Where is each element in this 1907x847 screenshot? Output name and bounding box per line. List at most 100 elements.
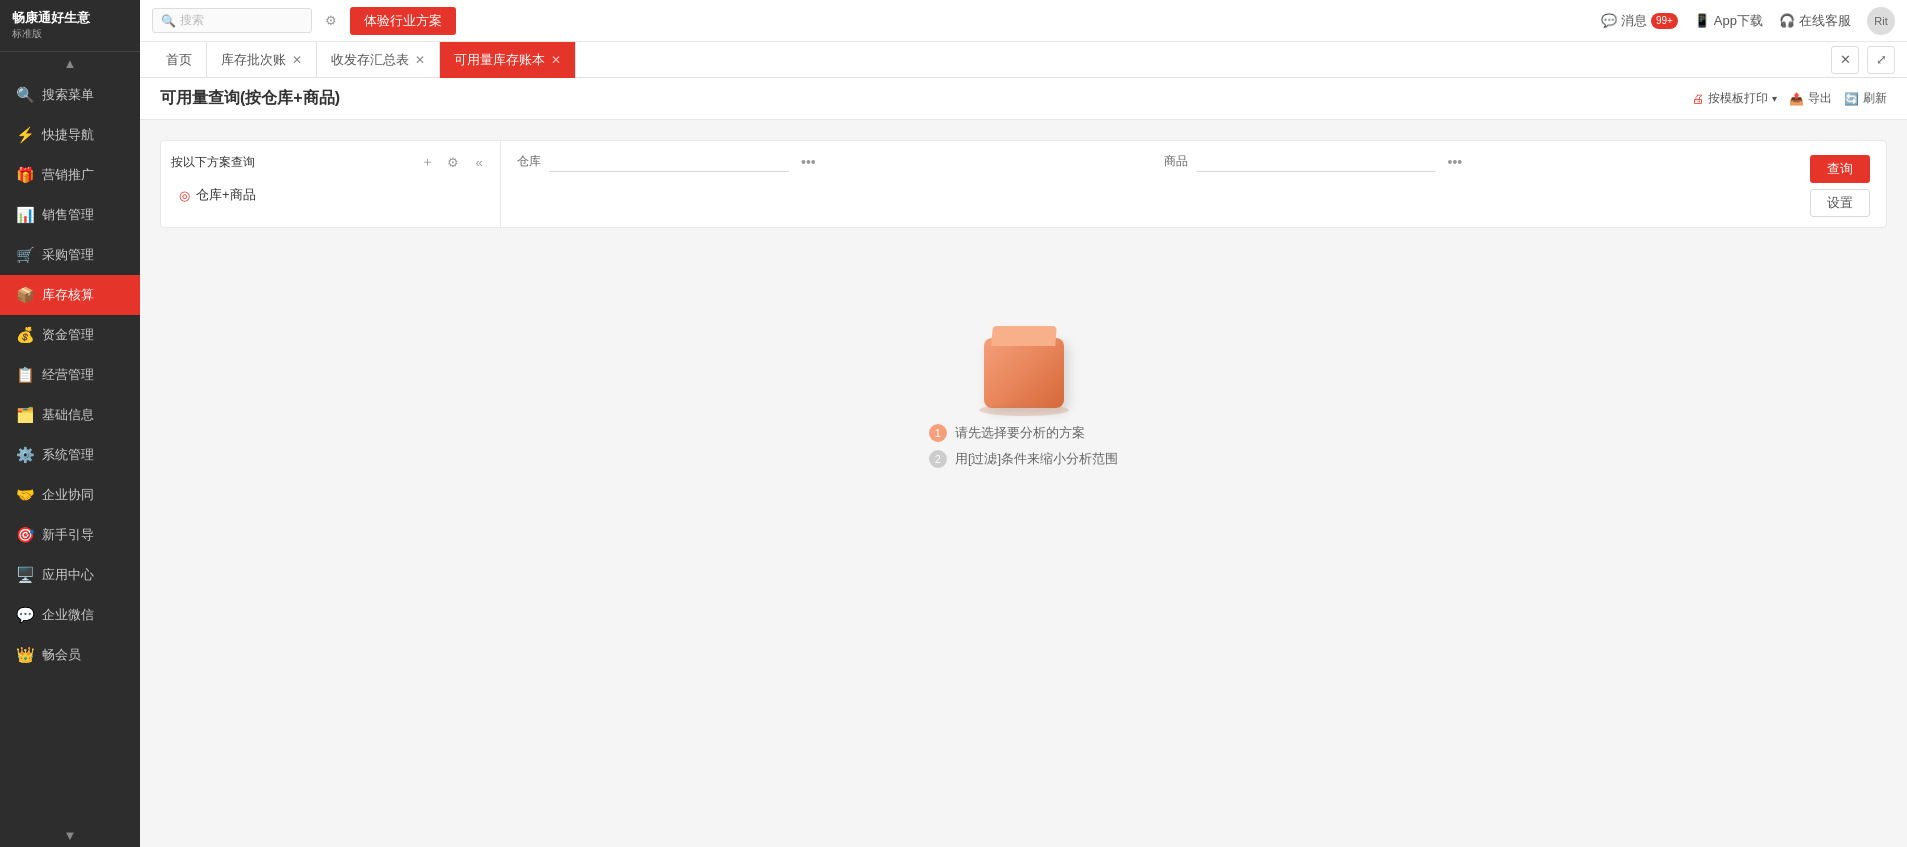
hint-num-2: 2 <box>929 450 947 468</box>
sidebar-item-marketing[interactable]: 🎁 营销推广 <box>0 155 140 195</box>
user-name: Rit <box>1874 15 1887 27</box>
warehouse-dots-btn[interactable]: ••• <box>797 152 820 172</box>
tab-home-label: 首页 <box>166 51 192 69</box>
tab-batch-close[interactable]: ✕ <box>292 53 302 67</box>
filter-actions: 查询 设置 <box>1810 151 1870 217</box>
filter-left-header: 按以下方案查询 ＋ ⚙ « <box>171 151 490 173</box>
manage-scheme-btn[interactable]: ⚙ <box>442 151 464 173</box>
sidebar-item-label: 企业微信 <box>42 606 94 624</box>
scroll-down-btn[interactable]: ▼ <box>0 824 140 847</box>
empty-hint-1: 1 请先选择要分析的方案 <box>929 424 1118 442</box>
print-icon: 🖨 <box>1692 92 1704 106</box>
filter-panel: 按以下方案查询 ＋ ⚙ « ◎ 仓库+商品 <box>160 140 1887 228</box>
sidebar-item-search[interactable]: 🔍 搜索菜单 <box>0 75 140 115</box>
print-label: 按模板打印 <box>1708 90 1768 107</box>
refresh-btn[interactable]: 🔄 刷新 <box>1844 90 1887 107</box>
scheme-item-warehouse-goods[interactable]: ◎ 仓库+商品 <box>171 181 490 209</box>
finance-icon: 💰 <box>16 326 34 344</box>
sidebar-item-system[interactable]: ⚙️ 系统管理 <box>0 435 140 475</box>
tab-summary-label: 收发存汇总表 <box>331 51 409 69</box>
sidebar-item-label: 快捷导航 <box>42 126 94 144</box>
warehouse-input[interactable] <box>549 151 789 172</box>
sidebar-item-wechat[interactable]: 💬 企业微信 <box>0 595 140 635</box>
hint-text-1: 请先选择要分析的方案 <box>955 424 1085 442</box>
guide-icon: 🎯 <box>16 526 34 544</box>
sidebar-item-finance[interactable]: 💰 资金管理 <box>0 315 140 355</box>
tab-available-label: 可用量库存账本 <box>454 51 545 69</box>
tab-close-all-btn[interactable]: ✕ <box>1831 46 1859 74</box>
shortcut-icon: ⚡ <box>16 126 34 144</box>
goods-input[interactable] <box>1196 151 1436 172</box>
app-download-btn[interactable]: 📱 App下载 <box>1694 12 1763 30</box>
tab-expand-btn[interactable]: ⤢ <box>1867 46 1895 74</box>
sidebar-item-operation[interactable]: 📋 经营管理 <box>0 355 140 395</box>
goods-dots-btn[interactable]: ••• <box>1444 152 1467 172</box>
sidebar-item-company[interactable]: 🤝 企业协同 <box>0 475 140 515</box>
sales-icon: 📊 <box>16 206 34 224</box>
basic-icon: 🗂️ <box>16 406 34 424</box>
empty-hint-2: 2 用[过滤]条件来缩小分析范围 <box>929 450 1118 468</box>
topbar: 🔍 搜索 ⚙ 体验行业方案 💬 消息 99+ 📱 App下载 🎧 在线客服 Ri… <box>140 0 1907 42</box>
sidebar-item-label: 搜索菜单 <box>42 86 94 104</box>
message-btn[interactable]: 💬 消息 99+ <box>1601 12 1678 30</box>
edition-label: 标准版 <box>12 27 128 41</box>
message-badge: 99+ <box>1651 13 1678 29</box>
industry-btn[interactable]: 体验行业方案 <box>350 7 456 35</box>
topbar-right: 💬 消息 99+ 📱 App下载 🎧 在线客服 Rit <box>1601 7 1895 35</box>
wechat-icon: 💬 <box>16 606 34 624</box>
print-btn[interactable]: 🖨 按模板打印 ▾ <box>1692 90 1777 107</box>
settings-icon[interactable]: ⚙ <box>320 10 342 32</box>
sidebar-item-member[interactable]: 👑 畅会员 <box>0 635 140 675</box>
filter-left-icons: ＋ ⚙ « <box>416 151 490 173</box>
filter-left: 按以下方案查询 ＋ ⚙ « ◎ 仓库+商品 <box>161 141 501 227</box>
sidebar-item-shortcut[interactable]: ⚡ 快捷导航 <box>0 115 140 155</box>
filter-panel-title: 按以下方案查询 <box>171 154 255 171</box>
collapse-btn[interactable]: « <box>468 151 490 173</box>
topbar-search-box[interactable]: 🔍 搜索 <box>152 8 312 33</box>
filter-wrapper: 按以下方案查询 ＋ ⚙ « ◎ 仓库+商品 <box>140 120 1907 248</box>
refresh-label: 刷新 <box>1863 90 1887 107</box>
export-label: 导出 <box>1808 90 1832 107</box>
sidebar-item-sales[interactable]: 📊 销售管理 <box>0 195 140 235</box>
export-btn[interactable]: 📤 导出 <box>1789 90 1832 107</box>
user-profile-btn[interactable]: Rit <box>1867 7 1895 35</box>
sidebar-item-guide[interactable]: 🎯 新手引导 <box>0 515 140 555</box>
sidebar-item-label: 经营管理 <box>42 366 94 384</box>
avatar: Rit <box>1867 7 1895 35</box>
refresh-icon: 🔄 <box>1844 92 1859 106</box>
page-title: 可用量查询(按仓库+商品) <box>160 88 340 109</box>
tab-summary[interactable]: 收发存汇总表 ✕ <box>317 42 440 78</box>
tab-available-close[interactable]: ✕ <box>551 53 561 67</box>
sidebar-scroll: 🔍 搜索菜单 ⚡ 快捷导航 🎁 营销推广 📊 销售管理 🛒 采购管理 📦 库存核… <box>0 75 140 824</box>
online-service-label: 在线客服 <box>1799 12 1851 30</box>
empty-state: 1 请先选择要分析的方案 2 用[过滤]条件来缩小分析范围 <box>140 248 1907 528</box>
sidebar-item-purchase[interactable]: 🛒 采购管理 <box>0 235 140 275</box>
tab-batch[interactable]: 库存批次账 ✕ <box>207 42 317 78</box>
sidebar-item-app[interactable]: 🖥️ 应用中心 <box>0 555 140 595</box>
sidebar-logo: 畅康通好生意 标准版 <box>0 0 140 52</box>
goods-filter-field: 商品 ••• <box>1164 151 1795 172</box>
empty-illustration <box>964 308 1084 408</box>
settings-btn[interactable]: 设置 <box>1810 189 1870 217</box>
goods-label: 商品 <box>1164 153 1188 170</box>
page-header: 可用量查询(按仓库+商品) 🖨 按模板打印 ▾ 📤 导出 🔄 刷新 <box>140 78 1907 120</box>
tabbar: 首页 库存批次账 ✕ 收发存汇总表 ✕ 可用量库存账本 ✕ ✕ ⤢ <box>140 42 1907 78</box>
sidebar-item-inventory[interactable]: 📦 库存核算 <box>0 275 140 315</box>
sidebar-item-label: 应用中心 <box>42 566 94 584</box>
sidebar-item-label: 畅会员 <box>42 646 81 664</box>
app-icon: 🖥️ <box>16 566 34 584</box>
tab-home[interactable]: 首页 <box>152 42 207 78</box>
scroll-up-btn[interactable]: ▲ <box>0 52 140 75</box>
scheme-icon: ◎ <box>179 188 190 203</box>
company-icon: 🤝 <box>16 486 34 504</box>
sidebar-item-basic[interactable]: 🗂️ 基础信息 <box>0 395 140 435</box>
purchase-icon: 🛒 <box>16 246 34 264</box>
add-scheme-btn[interactable]: ＋ <box>416 151 438 173</box>
warehouse-filter-field: 仓库 ••• <box>517 151 1148 172</box>
tabbar-right: ✕ ⤢ <box>1831 46 1895 74</box>
query-btn[interactable]: 查询 <box>1810 155 1870 183</box>
online-service-btn[interactable]: 🎧 在线客服 <box>1779 12 1851 30</box>
tab-summary-close[interactable]: ✕ <box>415 53 425 67</box>
tab-available[interactable]: 可用量库存账本 ✕ <box>440 42 576 78</box>
inventory-icon: 📦 <box>16 286 34 304</box>
